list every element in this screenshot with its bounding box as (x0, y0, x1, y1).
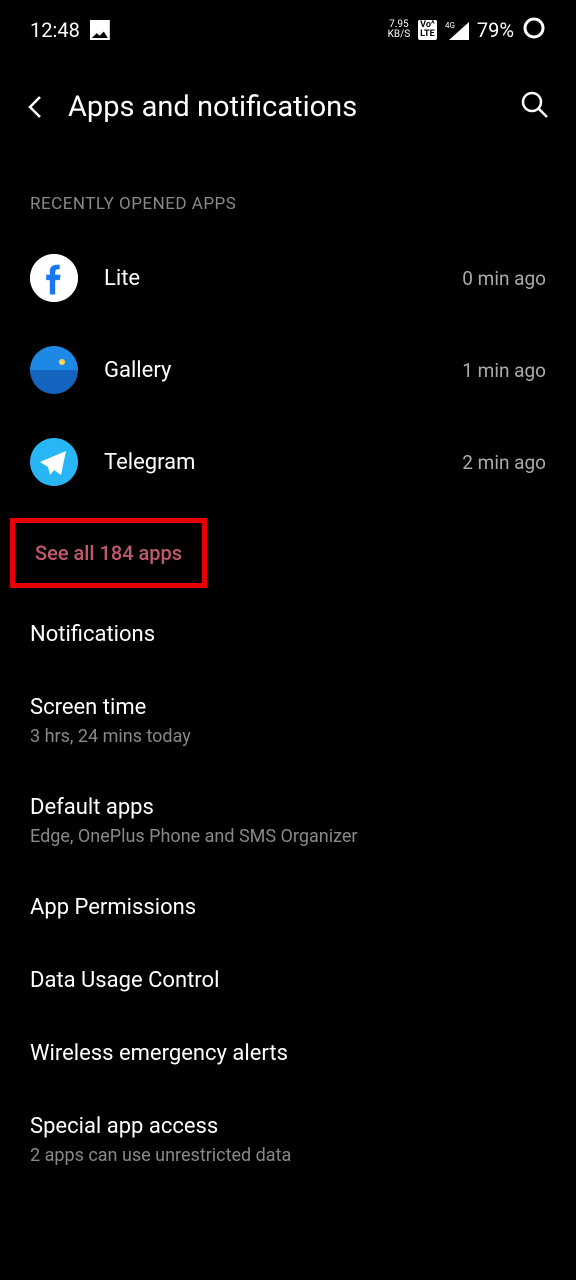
app-time: 2 min ago (462, 451, 546, 474)
svg-text:4G: 4G (445, 21, 455, 30)
setting-title: Screen time (30, 695, 546, 720)
facebook-icon (30, 254, 78, 302)
battery-percent: 79% (477, 18, 514, 42)
app-row[interactable]: Lite 0 min ago (0, 232, 576, 324)
setting-item[interactable]: Special app access 2 apps can use unrestr… (0, 1090, 576, 1190)
image-icon (90, 20, 110, 40)
status-bar: 12:48 7.95 KB/S Vo^LTE 4G 79% (0, 0, 576, 60)
app-time: 1 min ago (462, 359, 546, 382)
setting-item[interactable]: Notifications (0, 598, 576, 671)
setting-title: Notifications (30, 622, 546, 647)
setting-item[interactable]: Default apps Edge, OnePlus Phone and SMS … (0, 771, 576, 871)
search-icon[interactable] (520, 90, 550, 124)
status-time: 12:48 (30, 18, 80, 42)
telegram-icon (30, 438, 78, 486)
battery-ring-icon (522, 16, 546, 44)
setting-title: Special app access (30, 1114, 546, 1139)
setting-subtitle: 2 apps can use unrestricted data (30, 1145, 546, 1166)
volte-icon: Vo^LTE (418, 20, 437, 40)
gallery-icon (30, 346, 78, 394)
setting-subtitle: Edge, OnePlus Phone and SMS Organizer (30, 826, 546, 847)
setting-title: Default apps (30, 795, 546, 820)
app-name: Telegram (104, 450, 195, 475)
setting-item[interactable]: Screen time 3 hrs, 24 mins today (0, 671, 576, 771)
setting-title: App Permissions (30, 895, 546, 920)
app-row[interactable]: Telegram 2 min ago (0, 416, 576, 508)
setting-title: Data Usage Control (30, 968, 546, 993)
app-name: Gallery (104, 358, 171, 383)
setting-title: Wireless emergency alerts (30, 1041, 546, 1066)
setting-item[interactable]: Data Usage Control (0, 944, 576, 1017)
signal-icon: 4G (445, 20, 469, 40)
setting-item[interactable]: Wireless emergency alerts (0, 1017, 576, 1090)
app-time: 0 min ago (462, 267, 546, 290)
network-speed: 7.95 KB/S (388, 20, 411, 40)
header: Apps and notifications (0, 60, 576, 164)
setting-item[interactable]: App Permissions (0, 871, 576, 944)
app-row[interactable]: Gallery 1 min ago (0, 324, 576, 416)
app-name: Lite (104, 266, 140, 291)
page-title: Apps and notifications (68, 90, 357, 124)
section-header: RECENTLY OPENED APPS (0, 194, 576, 232)
setting-subtitle: 3 hrs, 24 mins today (30, 726, 546, 747)
see-all-highlight: See all 184 apps (10, 518, 207, 588)
back-icon[interactable] (26, 93, 46, 121)
see-all-apps-button[interactable]: See all 184 apps (35, 541, 182, 565)
